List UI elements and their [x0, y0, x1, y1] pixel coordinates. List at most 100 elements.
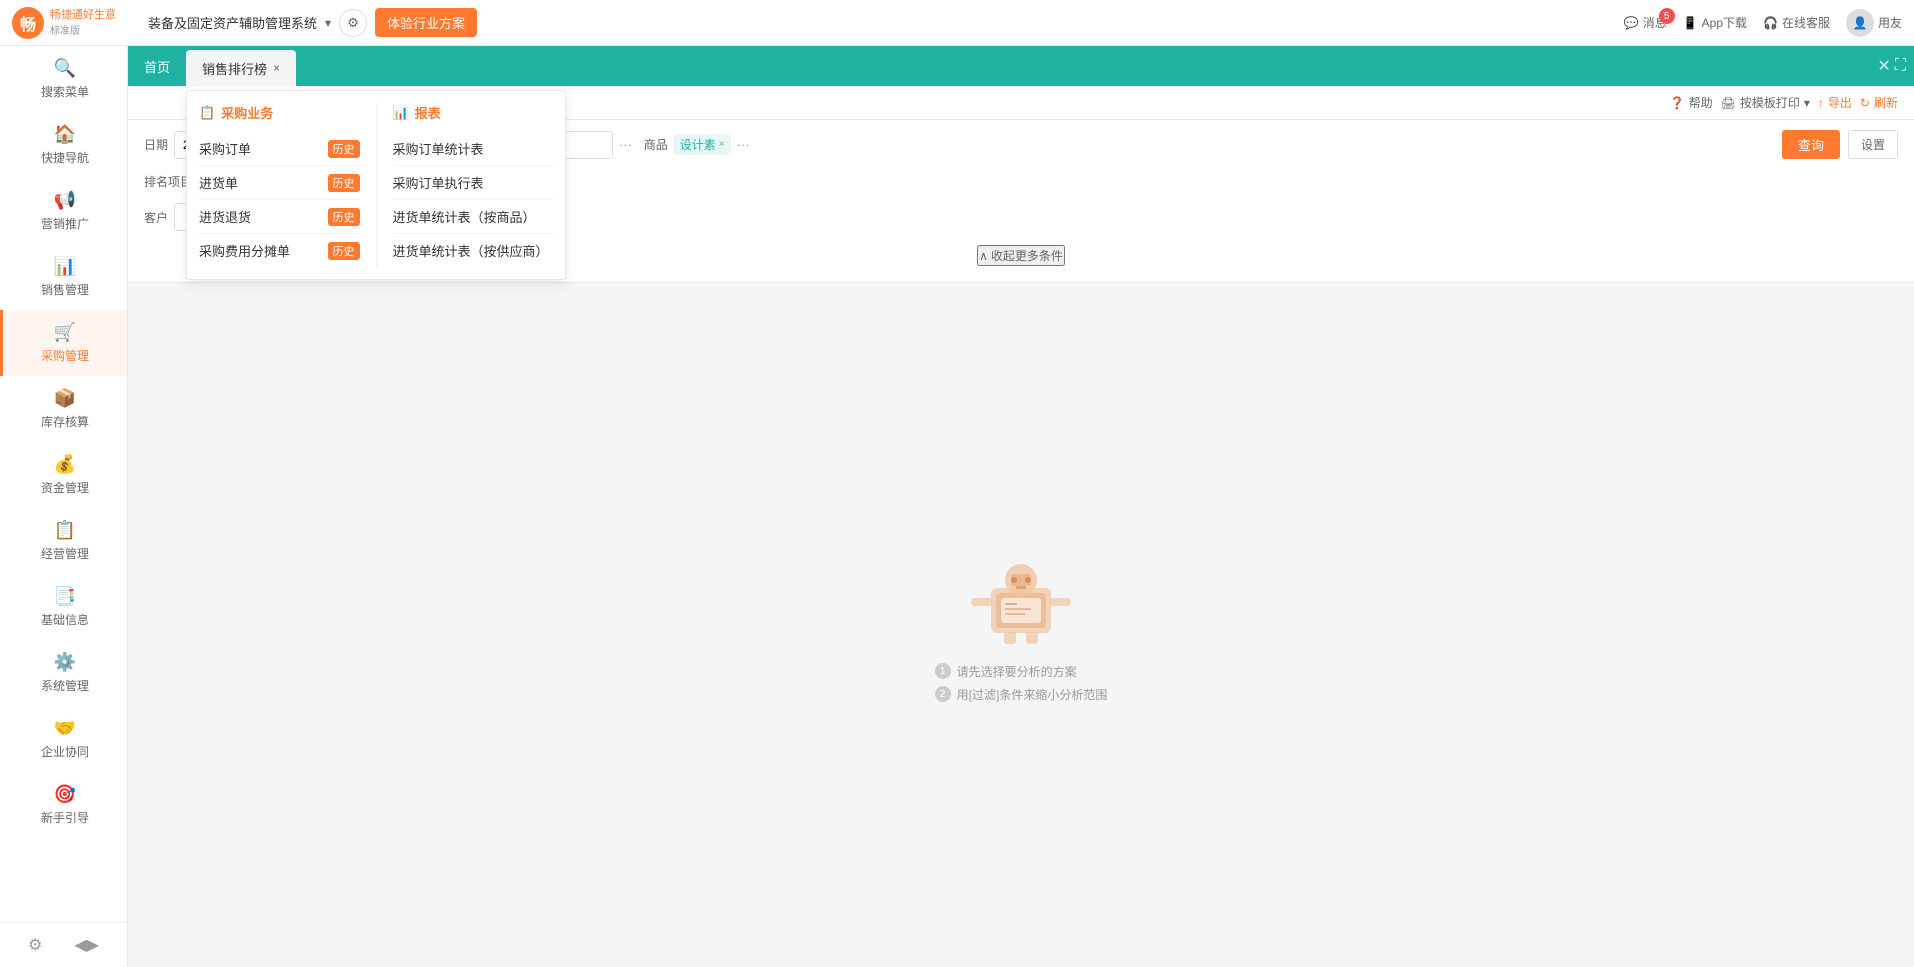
dropdown-purchase-col: 📋 采购业务 采购订单 历史 进货单 历史: [199, 103, 360, 267]
tab-close-all-btn[interactable]: ✕: [1877, 56, 1890, 76]
sidebar-item-finance[interactable]: 💰 资金管理: [0, 442, 127, 508]
help-icon: ❓: [1670, 96, 1685, 110]
message-btn[interactable]: 💬 消息 5: [1624, 14, 1667, 31]
sidebar-item-purchase[interactable]: 🛒 采购管理: [0, 310, 127, 376]
dropdown-item-po-exec[interactable]: 采购订单执行表: [393, 166, 554, 200]
sidebar-item-system[interactable]: ⚙️ 系统管理: [0, 640, 127, 706]
top-right: 💬 消息 5 📱 App下载 🎧 在线客服 👤 用友: [1624, 9, 1902, 37]
content-area: 首页 销售排行榜 × 📋 采购业务 采购订单: [128, 46, 1914, 967]
sidebar-label-guide: 新手引导: [41, 809, 89, 826]
guide-icon: 🎯: [54, 784, 76, 805]
sidebar-item-guide[interactable]: 🎯 新手引导: [0, 772, 127, 838]
tab-bar-right: ✕ ⛶: [1877, 56, 1914, 76]
product-label: 商品: [644, 136, 668, 153]
dropdown-item-po-stat[interactable]: 采购订单统计表: [393, 132, 554, 166]
app-download-btn[interactable]: 📱 App下载: [1683, 14, 1747, 31]
dropdown-item-return[interactable]: 进货退货 历史: [199, 200, 360, 234]
collapse-icon: ∧: [979, 249, 988, 263]
main-area: 🔍 搜索菜单 🏠 快捷导航 📢 营销推广 📊 销售管理 🛒 采购管: [0, 46, 1914, 967]
sidebar-collapse-btn[interactable]: ◀▶: [74, 935, 99, 955]
rank-label: 排名项目: [144, 173, 192, 190]
print-arrow: ▾: [1804, 96, 1810, 110]
history-badge-po: 历史: [328, 140, 360, 158]
print-btn[interactable]: 🖨 按模板打印 ▾: [1721, 94, 1810, 111]
dropdown-arrow-btn[interactable]: ▾: [325, 16, 331, 30]
dropdown-item-receipt[interactable]: 进货单 历史: [199, 166, 360, 200]
refresh-icon: ↻: [1860, 96, 1870, 110]
sidebar-item-inventory[interactable]: 📦 库存核算: [0, 376, 127, 442]
headset-icon: 🎧: [1763, 16, 1778, 30]
history-badge-expense: 历史: [328, 242, 360, 260]
user-avatar: 👤: [1846, 9, 1874, 37]
tab-bar: 首页 销售排行榜 × 📋 采购业务 采购订单: [128, 46, 1914, 86]
hint-text-2: 用[过滤]条件来缩小分析范围: [957, 686, 1108, 703]
sidebar-settings-btn[interactable]: ⚙: [28, 935, 42, 955]
help-btn[interactable]: ❓ 帮助: [1670, 94, 1713, 111]
tab-maximize-btn[interactable]: ⛶: [1895, 57, 1906, 75]
settings-gear-btn[interactable]: ⚙: [339, 9, 367, 37]
sidebar-item-operations[interactable]: 📋 经营管理: [0, 508, 127, 574]
inventory-icon: 📦: [54, 388, 76, 409]
export-icon: ↑: [1818, 96, 1824, 110]
customer-label: 客户: [144, 209, 168, 226]
report-title-icon: 📊: [393, 105, 409, 121]
history-badge-return: 历史: [328, 208, 360, 226]
empty-hint-2: 2 用[过滤]条件来缩小分析范围: [935, 686, 1108, 703]
dropdown-menu: 📋 采购业务 采购订单 历史 进货单 历史: [186, 90, 566, 280]
system-title: 装备及固定资产辅助管理系统: [148, 13, 317, 32]
sidebar-item-sales[interactable]: 📊 销售管理: [0, 244, 127, 310]
settings-btn[interactable]: 设置: [1848, 130, 1898, 159]
sidebar-item-collab[interactable]: 🤝 企业协同: [0, 706, 127, 772]
logo-title: 畅捷通好生意: [50, 8, 116, 22]
tab-home[interactable]: 首页: [128, 46, 186, 86]
empty-illustration: [961, 548, 1081, 651]
sidebar-label-inventory: 库存核算: [41, 413, 89, 430]
sales-icon: 📊: [54, 256, 76, 277]
filter-product: 商品 设计素 × ···: [644, 134, 750, 155]
finance-icon: 💰: [54, 454, 76, 475]
empty-hint-1: 1 请先选择要分析的方案: [935, 663, 1108, 680]
voucher-status-dots[interactable]: ···: [619, 137, 632, 152]
sidebar-label-system: 系统管理: [41, 677, 89, 694]
sidebar-item-basic[interactable]: 📑 基础信息: [0, 574, 127, 640]
product-tag-text: 设计素: [680, 136, 716, 153]
empty-state: 1 请先选择要分析的方案 2 用[过滤]条件来缩小分析范围: [128, 283, 1914, 967]
dropdown-item-receipt-stat-supplier[interactable]: 进货单统计表（按供应商）: [393, 234, 554, 267]
product-dots[interactable]: ···: [737, 137, 750, 152]
export-btn[interactable]: ↑ 导出: [1818, 94, 1852, 111]
sidebar-item-search[interactable]: 🔍 搜索菜单: [0, 46, 127, 112]
query-btn[interactable]: 查询: [1782, 130, 1840, 159]
sidebar-label-operations: 经营管理: [41, 545, 89, 562]
sidebar: 🔍 搜索菜单 🏠 快捷导航 📢 营销推广 📊 销售管理 🛒 采购管: [0, 46, 128, 967]
online-service-btn[interactable]: 🎧 在线客服: [1763, 14, 1830, 31]
dropdown-item-expense[interactable]: 采购费用分摊单 历史: [199, 234, 360, 267]
app-download-label: App下载: [1702, 14, 1747, 31]
dropdown-item-po[interactable]: 采购订单 历史: [199, 132, 360, 166]
sidebar-label-nav: 快捷导航: [41, 149, 89, 166]
hint-num-2: 2: [935, 686, 951, 702]
logo-area: 畅 畅捷通好生意 标准版: [12, 7, 140, 39]
home-icon: 🏠: [54, 124, 76, 145]
dropdown-item-receipt-stat-product[interactable]: 进货单统计表（按商品）: [393, 200, 554, 234]
collapse-btn[interactable]: ∧ 收起更多条件: [977, 245, 1065, 266]
sidebar-menu: 🔍 搜索菜单 🏠 快捷导航 📢 营销推广 📊 销售管理 🛒 采购管: [0, 46, 127, 922]
sidebar-label-sales: 销售管理: [41, 281, 89, 298]
print-icon: 🖨: [1721, 96, 1736, 110]
tab-home-label: 首页: [144, 57, 170, 76]
industry-btn[interactable]: 体验行业方案: [375, 8, 477, 37]
refresh-btn[interactable]: ↻ 刷新: [1860, 94, 1898, 111]
top-nav: 装备及固定资产辅助管理系统 ▾ ⚙ 体验行业方案: [140, 8, 1624, 37]
sidebar-label-marketing: 营销推广: [41, 215, 89, 232]
sidebar-item-marketing[interactable]: 📢 营销推广: [0, 178, 127, 244]
user-name: 用友: [1878, 14, 1902, 31]
logo-icon: 畅: [12, 7, 44, 39]
dropdown-report-title: 📊 报表: [393, 103, 554, 122]
search-icon: 🔍: [54, 58, 76, 79]
product-tag-close[interactable]: ×: [719, 139, 725, 150]
logo-subtitle: 标准版: [50, 22, 116, 37]
sidebar-item-nav[interactable]: 🏠 快捷导航: [0, 112, 127, 178]
tab-close-btn[interactable]: ×: [273, 61, 280, 75]
tab-sales-rank[interactable]: 销售排行榜 × 📋 采购业务 采购订单 历史: [186, 50, 296, 86]
system-icon: ⚙️: [54, 652, 76, 673]
user-area[interactable]: 👤 用友: [1846, 9, 1902, 37]
